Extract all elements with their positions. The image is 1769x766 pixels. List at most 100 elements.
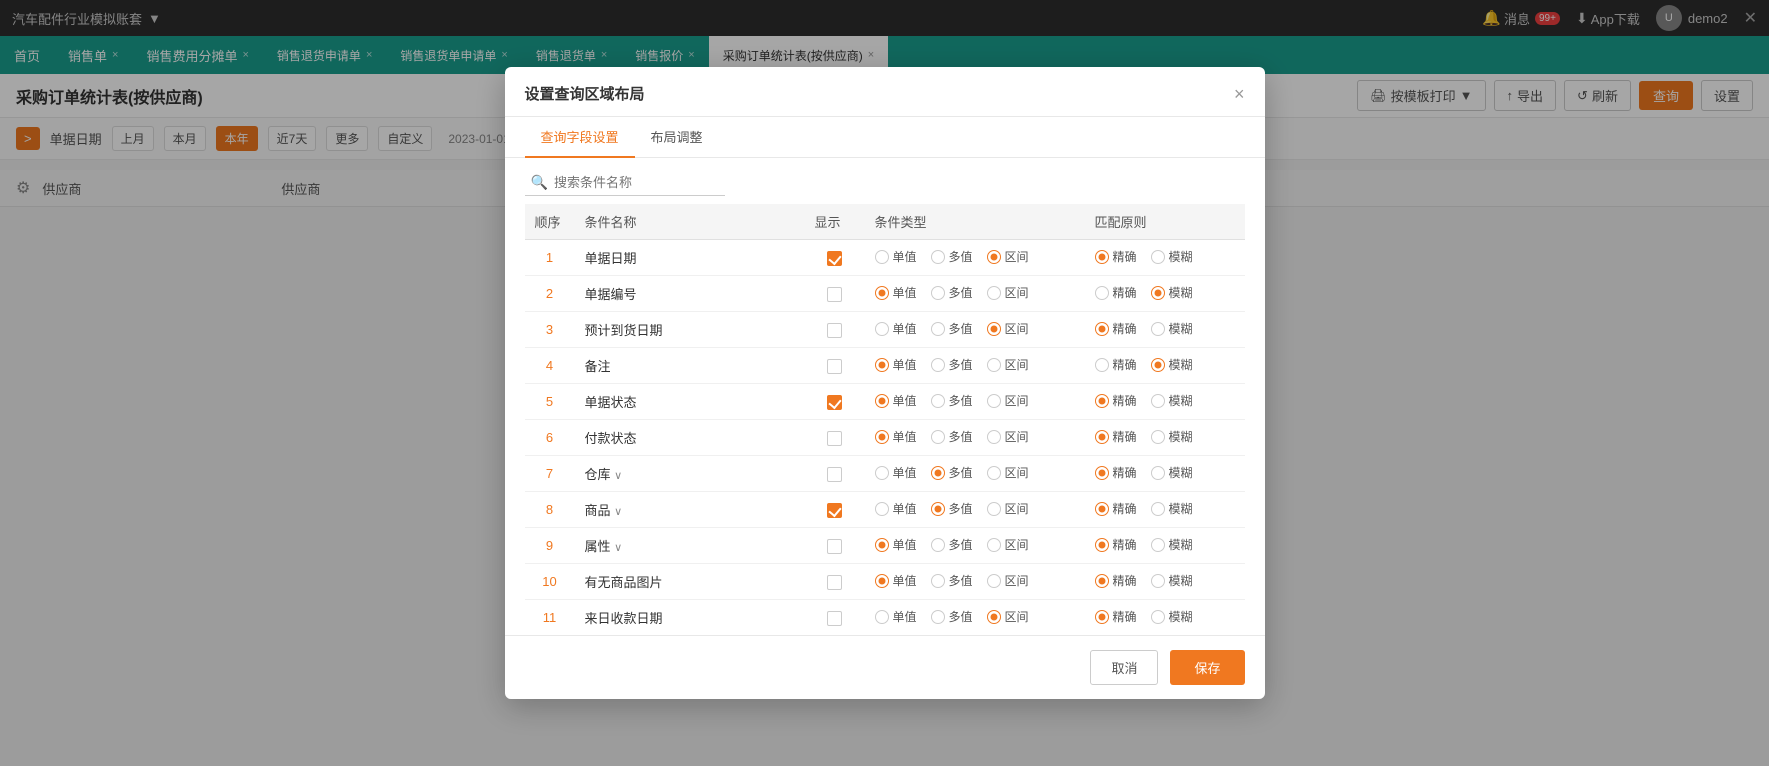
type-radio-单值[interactable] — [875, 286, 889, 300]
match-radio-精确[interactable] — [1095, 574, 1109, 588]
cell-order: 6 — [525, 420, 575, 456]
type-radio-区间[interactable] — [987, 538, 1001, 552]
match-radio-模糊[interactable] — [1151, 358, 1165, 372]
match-radio-模糊[interactable] — [1151, 430, 1165, 444]
type-radio-单值[interactable] — [875, 322, 889, 336]
type-radio-区间[interactable] — [987, 574, 1001, 588]
dialog-close-btn[interactable]: × — [1234, 85, 1245, 103]
type-radio-区间[interactable] — [987, 466, 1001, 480]
type-radio-单值[interactable] — [875, 538, 889, 552]
type-radio-多值[interactable] — [931, 430, 945, 444]
match-radio-精确[interactable] — [1095, 286, 1109, 300]
cell-name: 单据日期 — [575, 240, 805, 276]
display-checkbox[interactable] — [827, 323, 842, 338]
table-row: 10有无商品图片单值多值区间精确模糊 — [525, 564, 1245, 600]
display-checkbox[interactable] — [827, 359, 842, 374]
match-radio-精确[interactable] — [1095, 430, 1109, 444]
match-radio-模糊[interactable] — [1151, 394, 1165, 408]
type-radio-多值[interactable] — [931, 250, 945, 264]
type-radio-单值[interactable] — [875, 574, 889, 588]
match-radio-模糊[interactable] — [1151, 286, 1165, 300]
dialog-title: 设置查询区域布局 — [525, 83, 645, 104]
type-radio-区间[interactable] — [987, 250, 1001, 264]
type-radio-区间[interactable] — [987, 502, 1001, 516]
table-row: 1单据日期单值多值区间精确模糊 — [525, 240, 1245, 276]
cancel-btn[interactable]: 取消 — [1090, 650, 1158, 685]
tab-query-fields[interactable]: 查询字段设置 — [525, 117, 635, 158]
match-radio-模糊[interactable] — [1151, 502, 1165, 516]
cell-match: 精确模糊 — [1085, 276, 1245, 312]
type-radio-区间[interactable] — [987, 394, 1001, 408]
match-radio-模糊[interactable] — [1151, 610, 1165, 624]
type-radio-多值[interactable] — [931, 286, 945, 300]
cell-type: 单值多值区间 — [865, 456, 1085, 492]
match-radio-模糊[interactable] — [1151, 322, 1165, 336]
type-radio-区间[interactable] — [987, 322, 1001, 336]
match-radio-精确[interactable] — [1095, 466, 1109, 480]
cell-order: 4 — [525, 348, 575, 384]
type-radio-单值[interactable] — [875, 358, 889, 372]
cell-name: 预计到货日期 — [575, 312, 805, 348]
match-radio-精确[interactable] — [1095, 394, 1109, 408]
type-radio-单值[interactable] — [875, 466, 889, 480]
th-name: 条件名称 — [575, 204, 805, 240]
search-input[interactable] — [554, 175, 714, 190]
type-radio-单值[interactable] — [875, 610, 889, 624]
table-row: 2单据编号单值多值区间精确模糊 — [525, 276, 1245, 312]
type-radio-区间[interactable] — [987, 286, 1001, 300]
display-checkbox[interactable] — [827, 539, 842, 554]
dialog-table-wrap: 顺序 条件名称 显示 条件类型 匹配原则 1单据日期单值多值区间精确模糊2单据编… — [505, 204, 1265, 635]
settings-dialog: 设置查询区域布局 × 查询字段设置 布局调整 🔍 顺序 — [505, 67, 1265, 699]
type-radio-多值[interactable] — [931, 538, 945, 552]
cell-type: 单值多值区间 — [865, 312, 1085, 348]
cell-type: 单值多值区间 — [865, 348, 1085, 384]
match-radio-精确[interactable] — [1095, 538, 1109, 552]
match-radio-模糊[interactable] — [1151, 574, 1165, 588]
match-radio-精确[interactable] — [1095, 358, 1109, 372]
display-checkbox[interactable] — [827, 287, 842, 302]
match-radio-精确[interactable] — [1095, 610, 1109, 624]
type-radio-区间[interactable] — [987, 610, 1001, 624]
cell-match: 精确模糊 — [1085, 384, 1245, 420]
table-row: 6付款状态单值多值区间精确模糊 — [525, 420, 1245, 456]
dialog-footer: 取消 保存 — [505, 635, 1265, 699]
cell-match: 精确模糊 — [1085, 240, 1245, 276]
type-radio-区间[interactable] — [987, 358, 1001, 372]
display-checkbox[interactable] — [827, 575, 842, 590]
type-radio-多值[interactable] — [931, 466, 945, 480]
type-radio-区间[interactable] — [987, 430, 1001, 444]
match-radio-模糊[interactable] — [1151, 466, 1165, 480]
match-radio-模糊[interactable] — [1151, 538, 1165, 552]
type-radio-多值[interactable] — [931, 574, 945, 588]
display-checkbox[interactable] — [827, 611, 842, 626]
display-checkbox[interactable] — [827, 467, 842, 482]
type-radio-单值[interactable] — [875, 430, 889, 444]
cell-match: 精确模糊 — [1085, 348, 1245, 384]
type-radio-单值[interactable] — [875, 502, 889, 516]
cell-name: 单据状态 — [575, 384, 805, 420]
match-radio-精确[interactable] — [1095, 322, 1109, 336]
cell-name: 仓库 ∨ — [575, 456, 805, 492]
type-radio-单值[interactable] — [875, 394, 889, 408]
type-radio-单值[interactable] — [875, 250, 889, 264]
cell-match: 精确模糊 — [1085, 564, 1245, 600]
display-checkbox[interactable] — [827, 431, 842, 446]
display-checkbox[interactable] — [827, 251, 842, 266]
match-radio-精确[interactable] — [1095, 502, 1109, 516]
tab-layout[interactable]: 布局调整 — [635, 117, 719, 158]
cell-type: 单值多值区间 — [865, 384, 1085, 420]
display-checkbox[interactable] — [827, 395, 842, 410]
save-btn[interactable]: 保存 — [1170, 650, 1244, 685]
type-radio-多值[interactable] — [931, 502, 945, 516]
table-row: 7仓库 ∨单值多值区间精确模糊 — [525, 456, 1245, 492]
type-radio-多值[interactable] — [931, 358, 945, 372]
type-radio-多值[interactable] — [931, 610, 945, 624]
cell-name: 商品 ∨ — [575, 492, 805, 528]
dialog-header: 设置查询区域布局 × — [505, 67, 1265, 117]
display-checkbox[interactable] — [827, 503, 842, 518]
type-radio-多值[interactable] — [931, 394, 945, 408]
type-radio-多值[interactable] — [931, 322, 945, 336]
match-radio-模糊[interactable] — [1151, 250, 1165, 264]
cell-match: 精确模糊 — [1085, 420, 1245, 456]
match-radio-精确[interactable] — [1095, 250, 1109, 264]
